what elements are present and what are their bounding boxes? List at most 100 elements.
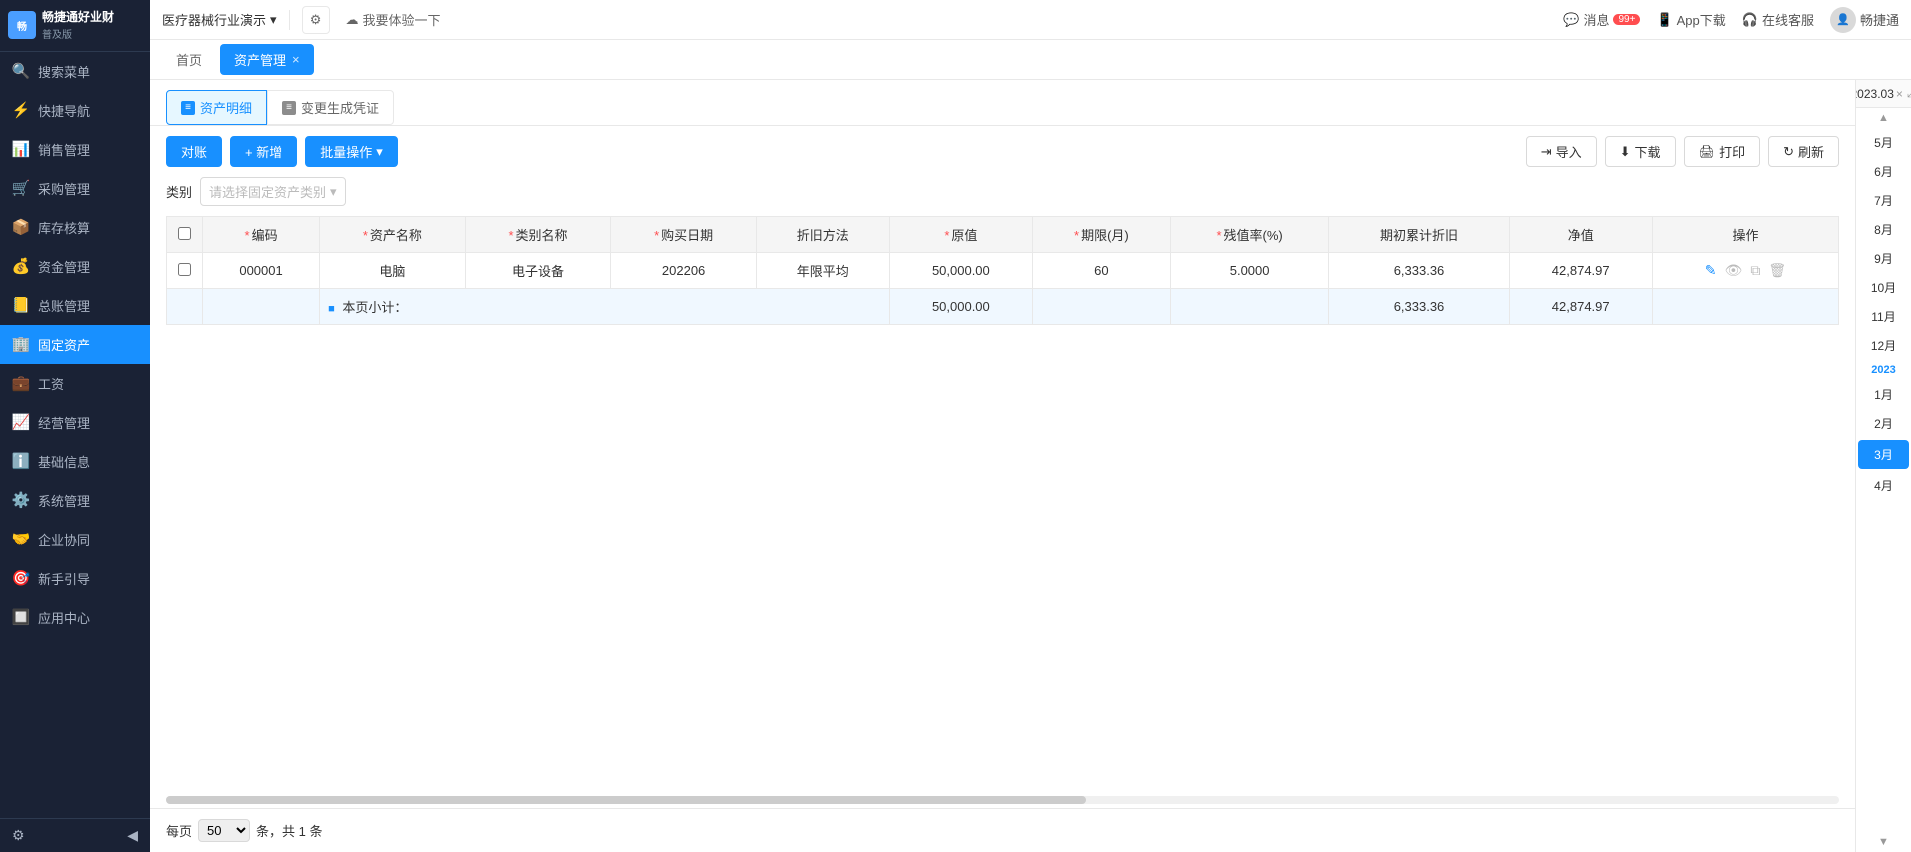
app-edition: 普及版 (42, 26, 114, 41)
sidebar-item-payroll[interactable]: 💼 工资 (0, 364, 150, 403)
batch-button[interactable]: 批量操作 ▾ (305, 136, 398, 167)
sidebar-item-inventory[interactable]: 📦 库存核算 (0, 208, 150, 247)
system-icon: ⚙️ (12, 491, 30, 509)
fixed-assets-icon: 🏢 (12, 335, 30, 353)
calendar-month-12[interactable]: 12月 (1856, 331, 1911, 360)
calendar-month-2[interactable]: 2月 (1856, 409, 1911, 438)
settings-footer-icon[interactable]: ⚙ (12, 827, 25, 844)
import-button[interactable]: ⇥ 导入 (1526, 136, 1597, 167)
company-dropdown-icon: ▾ (270, 12, 277, 28)
new-button[interactable]: + 新增 (230, 136, 297, 167)
filter-bar: 类别 请选择固定资产类别 ▾ (150, 177, 1855, 216)
calendar-months-list: 5月 6月 7月 8月 9月 10月 11月 12月 2023 1月 2月 3月… (1856, 128, 1911, 832)
calendar-month-7[interactable]: 7月 (1856, 186, 1911, 215)
sub-tab-asset-detail[interactable]: ≡ 资产明细 (166, 90, 267, 125)
tabs-bar: 首页 资产管理 × (150, 40, 1911, 80)
tab-asset-mgmt[interactable]: 资产管理 × (220, 44, 314, 75)
sidebar-item-label: 新手引导 (38, 569, 90, 588)
asset-detail-tab-icon: ≡ (181, 101, 195, 115)
sidebar-item-general-ledger[interactable]: 📒 总账管理 (0, 286, 150, 325)
tab-close-icon[interactable]: × (292, 52, 300, 67)
guide-icon: 🎯 (12, 569, 30, 587)
enterprise-icon: 🤝 (12, 530, 30, 548)
quick-nav-icon: ⚡ (12, 101, 30, 119)
tab-home[interactable]: 首页 (162, 44, 216, 75)
category-placeholder: 请选择固定资产类别 (209, 182, 326, 201)
sidebar-item-app-center[interactable]: 🔲 应用中心 (0, 598, 150, 637)
sidebar-item-label: 企业协同 (38, 530, 90, 549)
reconcile-button[interactable]: 对账 (166, 136, 222, 167)
calendar-up-icon[interactable]: ▲ (1878, 112, 1889, 124)
assets-table-wrap: *编码 *资产名称 *类别名称 *购买日期 折旧方法 *原值 *期限(月) *残… (150, 216, 1855, 792)
app-logo: 畅 (8, 11, 36, 39)
row-residual-rate: 5.0000 (1170, 253, 1329, 289)
calendar-month-4[interactable]: 4月 (1856, 471, 1911, 500)
table-row: 000001 电脑 电子设备 202206 年限平均 50,000.00 60 … (167, 253, 1839, 289)
select-all-checkbox[interactable] (178, 227, 191, 240)
download-button[interactable]: ⬇ 下载 (1605, 136, 1676, 167)
sidebar-item-purchase[interactable]: 🛒 采购管理 (0, 169, 150, 208)
sidebar-item-system[interactable]: ⚙️ 系统管理 (0, 481, 150, 520)
calendar-month-9[interactable]: 9月 (1856, 244, 1911, 273)
sidebar-item-search[interactable]: 🔍 搜索菜单 (0, 52, 150, 91)
calendar-expand-button[interactable]: ⤢ (1907, 86, 1911, 101)
row-category: 电子设备 (465, 253, 611, 289)
row-net-value: 42,874.97 (1509, 253, 1652, 289)
topbar-divider (289, 10, 290, 30)
horizontal-scrollbar[interactable] (166, 796, 1839, 804)
calendar-month-3[interactable]: 3月 (1858, 440, 1909, 469)
collapse-sidebar-icon[interactable]: ◀ (127, 827, 138, 844)
sidebar-item-guide[interactable]: 🎯 新手引导 (0, 559, 150, 598)
refresh-button[interactable]: ↻ 刷新 (1768, 136, 1839, 167)
new-label: + 新增 (245, 142, 282, 161)
content-area: ≡ 资产明细 ≡ 变更生成凭证 对账 + 新增 批量操作 ▾ (150, 80, 1911, 852)
sidebar-item-basic-info[interactable]: ℹ️ 基础信息 (0, 442, 150, 481)
tab-asset-mgmt-label: 资产管理 (234, 50, 286, 69)
subtotal-label-cell: ■ 本页小计： (320, 289, 890, 325)
sidebar-item-operations[interactable]: 📈 经营管理 (0, 403, 150, 442)
calendar-month-11[interactable]: 11月 (1856, 302, 1911, 331)
calendar-down-icon[interactable]: ▼ (1878, 836, 1889, 848)
edit-row-icon[interactable]: ✎ (1705, 262, 1717, 279)
row-checkbox[interactable] (178, 263, 191, 276)
sidebar-item-capital[interactable]: 💰 资金管理 (0, 247, 150, 286)
pagination: 每页 50 10 20 100 条，共 1 条 (150, 808, 1855, 852)
topbar-right: 💬 消息 99+ 📱 App下载 🎧 在线客服 👤 畅捷通 (1563, 7, 1899, 33)
calendar-month-5[interactable]: 5月 (1856, 128, 1911, 157)
col-checkbox (167, 217, 203, 253)
sidebar-item-label: 工资 (38, 374, 64, 393)
per-page-select[interactable]: 50 10 20 100 (198, 819, 250, 842)
sidebar-item-sales[interactable]: 📊 销售管理 (0, 130, 150, 169)
sub-tab-change-voucher[interactable]: ≡ 变更生成凭证 (267, 90, 394, 125)
delete-row-icon[interactable]: 🗑 (1768, 262, 1786, 279)
messages-button[interactable]: 💬 消息 99+ (1563, 10, 1640, 29)
sidebar-item-quick-nav[interactable]: ⚡ 快捷导航 (0, 91, 150, 130)
inventory-icon: 📦 (12, 218, 30, 236)
sidebar-item-fixed-assets[interactable]: 🏢 固定资产 (0, 325, 150, 364)
app-download-button[interactable]: 📱 App下载 (1656, 10, 1725, 29)
category-select[interactable]: 请选择固定资产类别 ▾ (200, 177, 346, 206)
online-service-button[interactable]: 🎧 在线客服 (1742, 10, 1814, 29)
subtotal-empty-check (167, 289, 203, 325)
sidebar-item-label: 应用中心 (38, 608, 90, 627)
view-row-icon[interactable]: 👁 (1725, 262, 1743, 279)
sidebar-item-enterprise[interactable]: 🤝 企业协同 (0, 520, 150, 559)
batch-label: 批量操作 (320, 142, 372, 161)
company-settings-button[interactable]: ⚙ (302, 6, 330, 34)
print-button[interactable]: 🖨 打印 (1684, 136, 1761, 167)
company-selector[interactable]: 医疗器械行业演示 ▾ (162, 10, 277, 29)
calendar-month-6[interactable]: 6月 (1856, 157, 1911, 186)
copy-row-icon[interactable]: ⧉ (1750, 262, 1760, 279)
user-area[interactable]: 👤 畅捷通 (1830, 7, 1899, 33)
refresh-icon: ↻ (1783, 144, 1794, 160)
subtotal-initial-accumulated: 6,333.36 (1329, 289, 1509, 325)
scrollbar-thumb[interactable] (166, 796, 1086, 804)
reconcile-label: 对账 (181, 142, 207, 161)
row-period: 60 (1033, 253, 1171, 289)
calendar-month-10[interactable]: 10月 (1856, 273, 1911, 302)
sidebar-menu: 🔍 搜索菜单 ⚡ 快捷导航 📊 销售管理 🛒 采购管理 📦 库存核算 💰 资金管… (0, 52, 150, 818)
calendar-close-button[interactable]: × (1896, 87, 1903, 101)
calendar-month-8[interactable]: 8月 (1856, 215, 1911, 244)
calendar-month-1[interactable]: 1月 (1856, 380, 1911, 409)
col-net-value: 净值 (1509, 217, 1652, 253)
